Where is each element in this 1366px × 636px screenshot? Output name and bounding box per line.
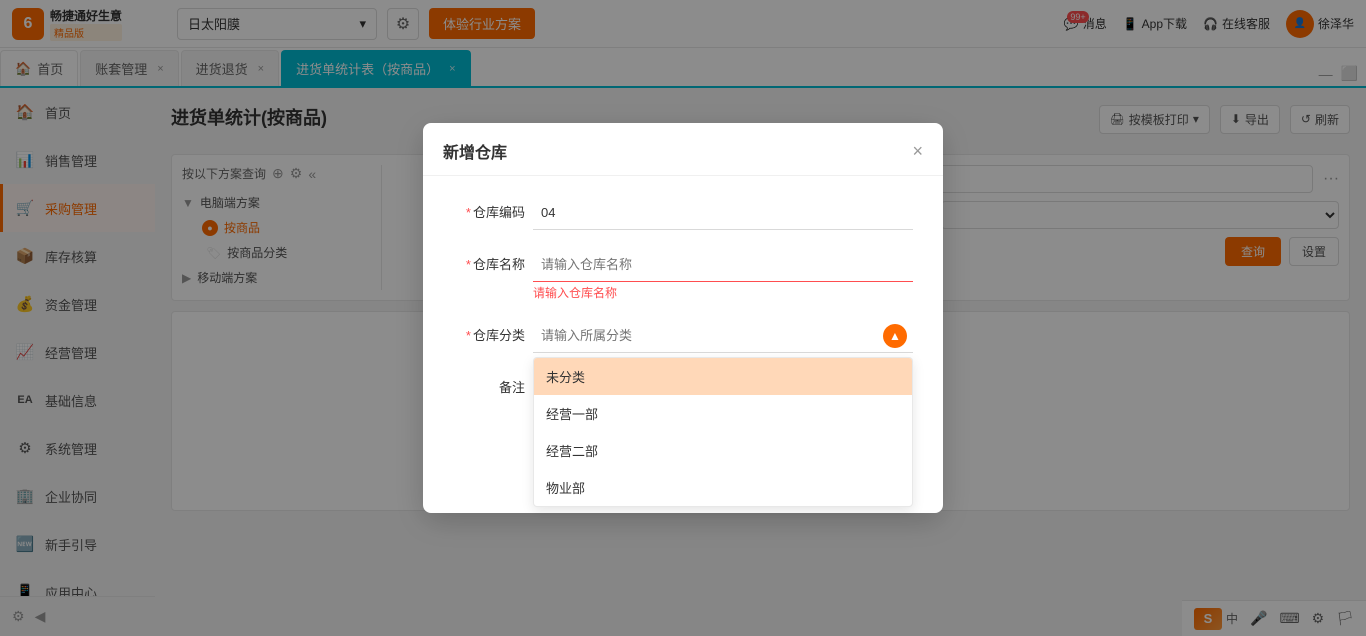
form-row-category: 仓库分类 ▲ 未分类 经营一部 经营二部 物业部 (453, 319, 913, 353)
new-warehouse-dialog: 新增仓库 × 仓库编码 仓库名称 请输入仓库名称 仓库分类 (423, 123, 943, 513)
name-error-msg: 请输入仓库名称 (533, 284, 913, 301)
category-option-2[interactable]: 经营二部 (534, 432, 912, 469)
category-label: 仓库分类 (453, 319, 533, 344)
name-label: 仓库名称 (453, 248, 533, 273)
category-option-0[interactable]: 未分类 (534, 358, 912, 395)
dialog-body: 仓库编码 仓库名称 请输入仓库名称 仓库分类 ▲ (423, 176, 943, 446)
dialog-title: 新增仓库 (443, 139, 507, 163)
dialog-close-button[interactable]: × (912, 142, 923, 160)
form-row-name: 仓库名称 请输入仓库名称 (453, 248, 913, 301)
warehouse-code-input[interactable] (533, 196, 913, 230)
dialog-header: 新增仓库 × (423, 123, 943, 176)
form-row-code: 仓库编码 (453, 196, 913, 230)
code-field (533, 196, 913, 230)
note-label: 备注 (453, 371, 533, 396)
category-dropdown-arrow[interactable]: ▲ (883, 324, 907, 348)
warehouse-name-input[interactable] (533, 248, 913, 282)
category-input[interactable] (533, 319, 913, 353)
code-label: 仓库编码 (453, 196, 533, 221)
name-field: 请输入仓库名称 (533, 248, 913, 301)
category-field: ▲ 未分类 经营一部 经营二部 物业部 (533, 319, 913, 353)
modal-overlay[interactable]: 新增仓库 × 仓库编码 仓库名称 请输入仓库名称 仓库分类 (0, 0, 1366, 636)
category-dropdown: 未分类 经营一部 经营二部 物业部 (533, 357, 913, 507)
category-option-1[interactable]: 经营一部 (534, 395, 912, 432)
category-option-3[interactable]: 物业部 (534, 469, 912, 506)
